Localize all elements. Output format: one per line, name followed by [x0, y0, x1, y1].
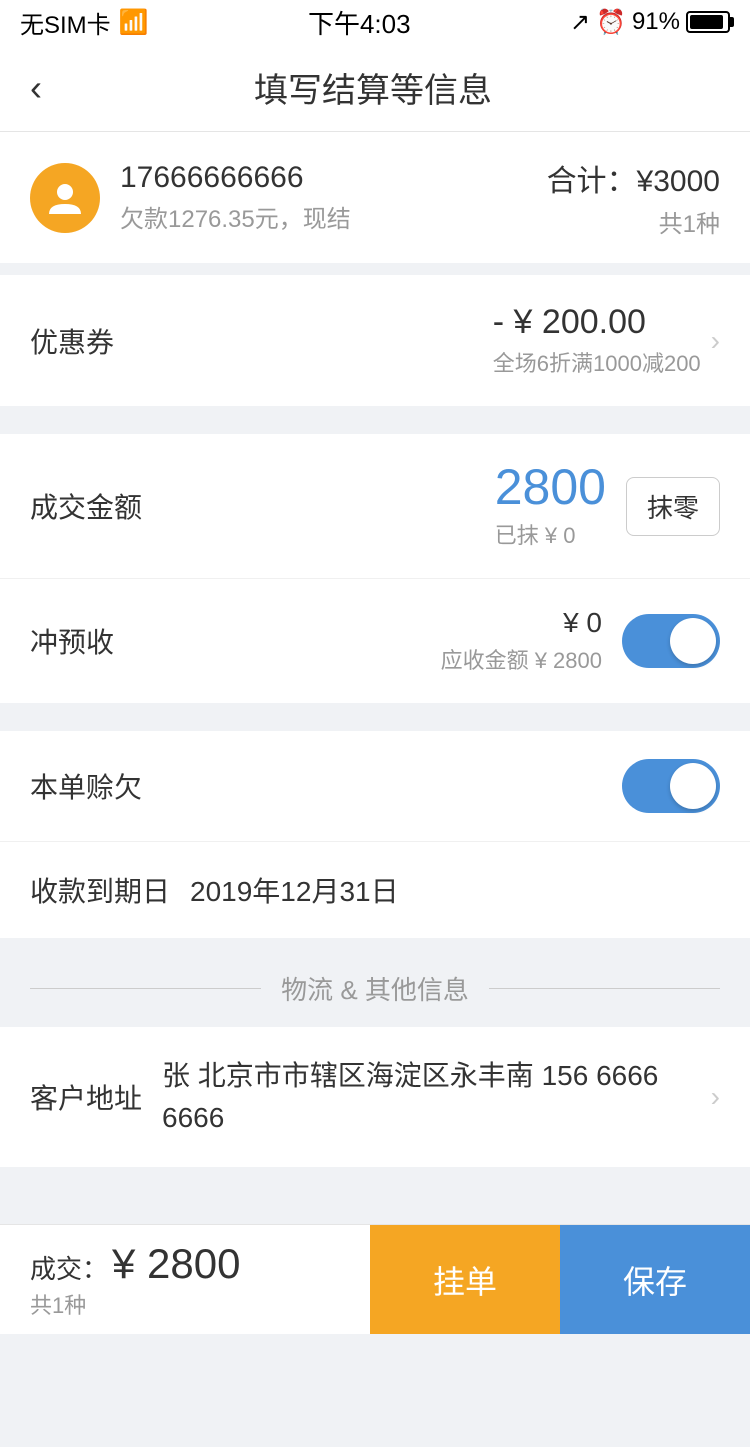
- customer-left: 17666666666 欠款1276.35元，现结: [30, 161, 351, 234]
- battery-fill: [690, 15, 723, 29]
- debt-row: 本单赊欠: [0, 731, 750, 841]
- address-chevron-icon: ›: [711, 1081, 720, 1113]
- customer-sub: 欠款1276.35元，现结: [120, 199, 351, 234]
- logistics-label: 物流 & 其他信息: [281, 970, 469, 1007]
- precollect-amount: ¥ 0: [441, 607, 602, 639]
- customer-phone: 17666666666: [120, 161, 351, 195]
- precollect-sub: 应收金额 ¥ 2800: [441, 643, 602, 675]
- toggle-knob: [670, 618, 716, 664]
- duedate-row: 收款到期日 2019年12月31日: [0, 841, 750, 938]
- duedate-label: 收款到期日: [30, 870, 170, 910]
- amount-right: 2800 已抹 ¥ 0 抹零: [495, 462, 720, 550]
- round-down-button[interactable]: 抹零: [626, 477, 720, 536]
- amount-info: 2800 已抹 ¥ 0: [495, 462, 606, 550]
- chevron-right-icon: ›: [711, 325, 720, 357]
- status-left: 无SIM卡 📶: [20, 5, 149, 40]
- page-title: 填写结算等信息: [62, 63, 684, 112]
- precollect-toggle[interactable]: [622, 614, 720, 668]
- bottom-bar: 成交： ¥ 2800 共1种 挂单 保存: [0, 1224, 750, 1334]
- address-value: 张 北京市市辖区海淀区永丰南 156 6666 6666: [162, 1055, 711, 1139]
- avatar: [30, 163, 100, 233]
- battery-percent: 91%: [632, 8, 680, 36]
- debt-toggle-knob: [670, 763, 716, 809]
- coupon-label: 优惠券: [30, 321, 114, 361]
- customer-total: 合计：¥3000: [547, 156, 720, 200]
- transaction-amount: ¥ 2800: [112, 1240, 240, 1288]
- carrier-text: 无SIM卡: [20, 5, 111, 40]
- status-bar: 无SIM卡 📶 下午4:03 ↗ ⏰ 91%: [0, 0, 750, 44]
- alarm-icon: ⏰: [596, 8, 626, 37]
- location-icon: ↗: [570, 8, 590, 37]
- debt-toggle[interactable]: [622, 759, 720, 813]
- amount-row: 成交金额 2800 已抹 ¥ 0 抹零: [0, 434, 750, 578]
- customer-card: 17666666666 欠款1276.35元，现结 合计：¥3000 共1种: [0, 132, 750, 263]
- address-label: 客户地址: [30, 1077, 142, 1117]
- amount-value: 2800: [495, 462, 606, 512]
- coupon-right: - ¥ 200.00 全场6折满1000减200 ›: [493, 303, 720, 378]
- bottom-info: 成交： ¥ 2800 共1种: [0, 1225, 370, 1334]
- coupon-row[interactable]: 优惠券 - ¥ 200.00 全场6折满1000减200 ›: [0, 275, 750, 406]
- nav-bar: ‹ 填写结算等信息: [0, 44, 750, 132]
- debt-label: 本单赊欠: [30, 766, 142, 806]
- section-divider-1: [0, 418, 750, 434]
- precollect-row: 冲预收 ¥ 0 应收金额 ¥ 2800: [0, 578, 750, 703]
- precollect-values: ¥ 0 应收金额 ¥ 2800: [441, 607, 602, 675]
- divider-line-left: [30, 988, 261, 989]
- bottom-transaction-line: 成交： ¥ 2800: [30, 1240, 340, 1288]
- customer-info: 17666666666 欠款1276.35元，现结: [120, 161, 351, 234]
- duedate-value: 2019年12月31日: [190, 870, 399, 910]
- wifi-icon: 📶: [119, 8, 149, 37]
- address-row[interactable]: 客户地址 张 北京市市辖区海淀区永丰南 156 6666 6666 ›: [0, 1027, 750, 1167]
- precollect-label: 冲预收: [30, 621, 114, 661]
- time-display: 下午4:03: [308, 4, 411, 41]
- amount-sub: 已抹 ¥ 0: [495, 518, 606, 550]
- coupon-desc: 全场6折满1000减200: [493, 346, 701, 378]
- customer-right: 合计：¥3000 共1种: [547, 156, 720, 239]
- amount-label: 成交金额: [30, 486, 142, 526]
- back-button[interactable]: ‹: [30, 70, 42, 106]
- battery-icon: [686, 11, 730, 33]
- section-divider-2: [0, 703, 750, 719]
- status-right: ↗ ⏰ 91%: [570, 8, 730, 37]
- divider-line-right: [489, 988, 720, 989]
- logistics-divider: 物流 & 其他信息: [0, 950, 750, 1027]
- amount-section: 成交金额 2800 已抹 ¥ 0 抹零 冲预收 ¥ 0 应收金额 ¥ 2800: [0, 434, 750, 703]
- save-button[interactable]: 保存: [560, 1225, 750, 1334]
- transaction-label: 成交：: [30, 1249, 108, 1286]
- bottom-count: 共1种: [30, 1288, 340, 1320]
- precollect-right: ¥ 0 应收金额 ¥ 2800: [441, 607, 720, 675]
- coupon-info: - ¥ 200.00 全场6折满1000减200: [493, 303, 701, 378]
- customer-count: 共1种: [547, 204, 720, 239]
- coupon-amount: - ¥ 200.00: [493, 303, 701, 342]
- pending-button[interactable]: 挂单: [370, 1225, 560, 1334]
